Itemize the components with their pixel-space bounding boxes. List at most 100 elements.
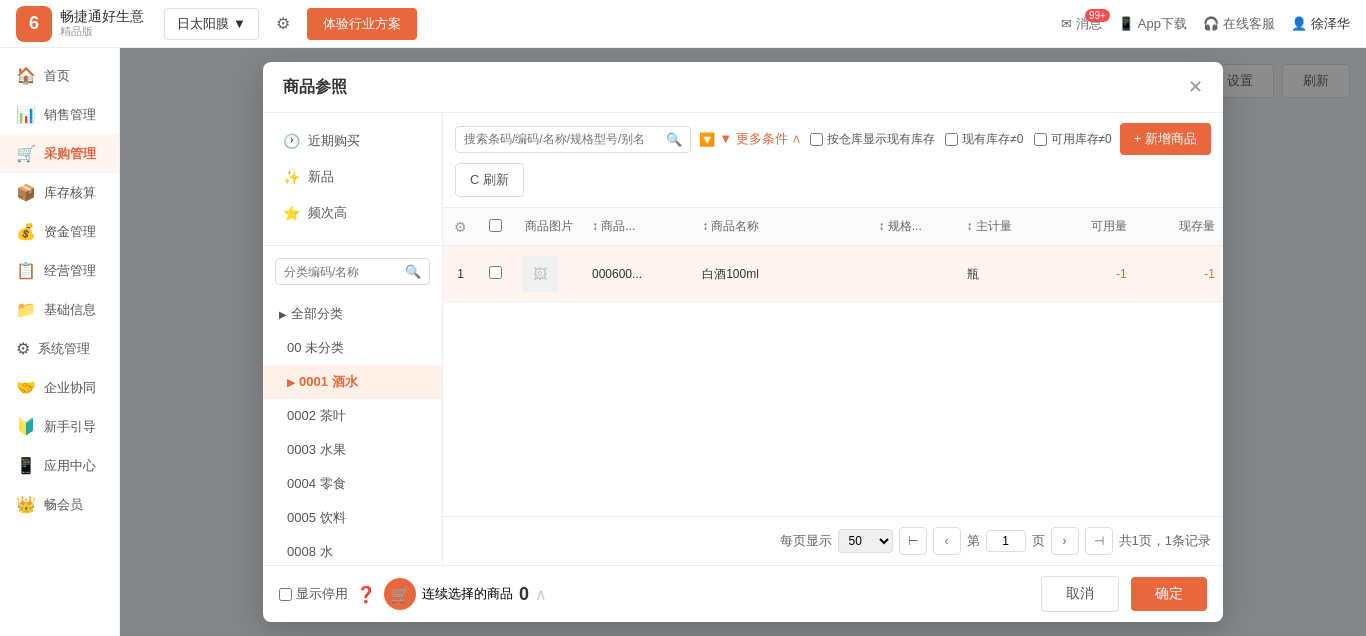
row-index: 1 — [443, 246, 478, 303]
warehouse-stock-checkbox-input[interactable] — [810, 133, 823, 146]
cat-fruit[interactable]: 0003 水果 — [263, 433, 442, 467]
sidebar-item-operations[interactable]: 📋 经营管理 — [0, 251, 119, 290]
per-page-select[interactable]: 50 100 200 — [838, 529, 893, 553]
high-frequency-item[interactable]: ⭐ 频次高 — [275, 197, 430, 229]
trial-button[interactable]: 体验行业方案 — [307, 8, 417, 40]
next-page-button[interactable]: › — [1051, 527, 1079, 555]
first-page-button[interactable]: ⊢ — [899, 527, 927, 555]
product-search-box[interactable]: 🔍 — [455, 126, 691, 153]
online-service-nav[interactable]: 🎧 在线客服 — [1203, 15, 1275, 33]
collab-icon: 🤝 — [16, 378, 36, 397]
cat-uncategorized[interactable]: 00 未分类 — [263, 331, 442, 365]
sidebar-item-apps[interactable]: 📱 应用中心 — [0, 446, 119, 485]
nav-right-section: ✉ 消息 99+ 📱 App下载 🎧 在线客服 👤 徐泽华 — [1061, 15, 1350, 33]
prev-page-button[interactable]: ‹ — [933, 527, 961, 555]
th-name[interactable]: ↕ 商品名称 — [694, 208, 870, 246]
sidebar-item-finance[interactable]: 💰 资金管理 — [0, 212, 119, 251]
headset-icon: 🎧 — [1203, 16, 1219, 31]
page-label-num: 第 — [967, 532, 980, 550]
refresh-button[interactable]: C 刷新 — [455, 163, 524, 197]
sidebar-item-purchase[interactable]: 🛒 采购管理 — [0, 134, 119, 173]
cat-tea[interactable]: 0002 茶叶 — [263, 399, 442, 433]
sidebar-item-system[interactable]: ⚙ 系统管理 — [0, 329, 119, 368]
cart-collapse-icon[interactable]: ∧ — [535, 585, 547, 604]
sidebar-item-vip[interactable]: 👑 畅会员 — [0, 485, 119, 524]
sidebar: 🏠 首页 📊 销售管理 🛒 采购管理 📦 库存核算 💰 资金管理 📋 经营管理 … — [0, 48, 120, 636]
page-number-input[interactable] — [986, 530, 1026, 552]
sidebar-item-guide[interactable]: 🔰 新手引导 — [0, 407, 119, 446]
apps-icon: 📱 — [16, 456, 36, 475]
help-icon[interactable]: ❓ — [356, 585, 376, 604]
row-available: -1 — [1047, 246, 1135, 303]
cat-arrow-liquor: ▶ — [287, 377, 295, 388]
cancel-button[interactable]: 取消 — [1041, 576, 1119, 612]
sidebar-label-collab: 企业协同 — [44, 379, 96, 397]
th-settings[interactable]: ⚙ — [443, 208, 478, 246]
category-search-input[interactable] — [284, 265, 401, 279]
sidebar-label-inventory: 库存核算 — [44, 184, 96, 202]
nonzero-stock-checkbox-input[interactable] — [945, 133, 958, 146]
recent-purchase-item[interactable]: 🕐 近期购买 — [275, 125, 430, 157]
product-search-input[interactable] — [464, 132, 662, 146]
select-all-checkbox[interactable] — [489, 219, 502, 232]
th-stock: 现存量 — [1135, 208, 1223, 246]
app-download-nav[interactable]: 📱 App下载 — [1118, 15, 1187, 33]
user-profile-nav[interactable]: 👤 徐泽华 — [1291, 15, 1350, 33]
row-checkbox[interactable] — [489, 266, 502, 279]
sidebar-label-system: 系统管理 — [38, 340, 90, 358]
sidebar-item-collab[interactable]: 🤝 企业协同 — [0, 368, 119, 407]
sidebar-label-sales: 销售管理 — [44, 106, 96, 124]
sidebar-item-home[interactable]: 🏠 首页 — [0, 56, 119, 95]
app-icon: 📱 — [1118, 16, 1134, 31]
cat-drinks[interactable]: 0005 饮料 — [263, 501, 442, 535]
category-search-box[interactable]: 🔍 — [275, 258, 430, 285]
cat-snacks[interactable]: 0004 零食 — [263, 467, 442, 501]
filter-options: 按仓库显示现有库存 现有库存≠0 可用库存≠0 — [810, 131, 1112, 148]
more-filter-button[interactable]: 🔽 ▼ 更多条件 ∧ — [699, 130, 802, 148]
cat-water[interactable]: 0008 水 — [263, 535, 442, 565]
confirm-button[interactable]: 确定 — [1131, 577, 1207, 611]
cat-liquor[interactable]: ▶ 0001 酒水 — [263, 365, 442, 399]
show-disabled-checkbox[interactable]: 显示停用 — [279, 585, 348, 603]
add-product-button[interactable]: + 新增商品 — [1120, 123, 1211, 155]
cart-icon: 🛒 — [384, 578, 416, 610]
cat-all[interactable]: ▶ 全部分类 — [263, 297, 442, 331]
sidebar-label-home: 首页 — [44, 67, 70, 85]
settings-icon[interactable]: ⚙ — [267, 8, 299, 40]
logo-area: 6 畅捷通好生意 精品版 — [16, 6, 144, 42]
search-icon: 🔍 — [405, 264, 421, 279]
th-code[interactable]: ↕ 商品... — [584, 208, 694, 246]
row-unit: 瓶 — [959, 246, 1047, 303]
vip-icon: 👑 — [16, 495, 36, 514]
left-panel: 🕐 近期购买 ✨ 新品 ⭐ 频次高 — [263, 113, 443, 565]
sidebar-item-inventory[interactable]: 📦 库存核算 — [0, 173, 119, 212]
th-available: 可用量 — [1047, 208, 1135, 246]
modal-header: 商品参照 ✕ — [263, 62, 1223, 113]
modal-close-button[interactable]: ✕ — [1188, 76, 1203, 98]
nonzero-available-checkbox-input[interactable] — [1034, 133, 1047, 146]
messages-nav[interactable]: ✉ 消息 99+ — [1061, 15, 1102, 33]
nonzero-stock-checkbox[interactable]: 现有库存≠0 — [945, 131, 1023, 148]
gear-icon[interactable]: ⚙ — [454, 219, 467, 235]
th-unit[interactable]: ↕ 主计量 — [959, 208, 1047, 246]
new-product-item[interactable]: ✨ 新品 — [275, 161, 430, 193]
th-spec[interactable]: ↕ 规格... — [870, 208, 958, 246]
frequency-icon: ⭐ — [283, 205, 300, 221]
last-page-button[interactable]: ⊣ — [1085, 527, 1113, 555]
show-disabled-checkbox-input[interactable] — [279, 588, 292, 601]
table-row[interactable]: 1 🖼 000600... 白酒100ml 瓶 — [443, 246, 1223, 303]
basic-info-icon: 📁 — [16, 300, 36, 319]
modal-overlay: 商品参照 ✕ 🕐 近期购买 ✨ 新 — [120, 48, 1366, 636]
cart-section[interactable]: 🛒 连续选择的商品 0 ∧ — [384, 578, 547, 610]
store-selector[interactable]: 日太阳膜 ▼ — [164, 8, 259, 40]
row-checkbox-cell[interactable] — [478, 246, 513, 303]
system-icon: ⚙ — [16, 339, 30, 358]
sidebar-item-sales[interactable]: 📊 销售管理 — [0, 95, 119, 134]
sidebar-label-operations: 经营管理 — [44, 262, 96, 280]
sidebar-item-basic-info[interactable]: 📁 基础信息 — [0, 290, 119, 329]
nonzero-available-checkbox[interactable]: 可用库存≠0 — [1034, 131, 1112, 148]
quick-access-section: 🕐 近期购买 ✨ 新品 ⭐ 频次高 — [263, 113, 442, 241]
modal-footer: 显示停用 ❓ 🛒 连续选择的商品 0 ∧ 取消 确定 — [263, 565, 1223, 622]
warehouse-stock-checkbox[interactable]: 按仓库显示现有库存 — [810, 131, 935, 148]
total-info: 共1页，1条记录 — [1119, 532, 1211, 550]
